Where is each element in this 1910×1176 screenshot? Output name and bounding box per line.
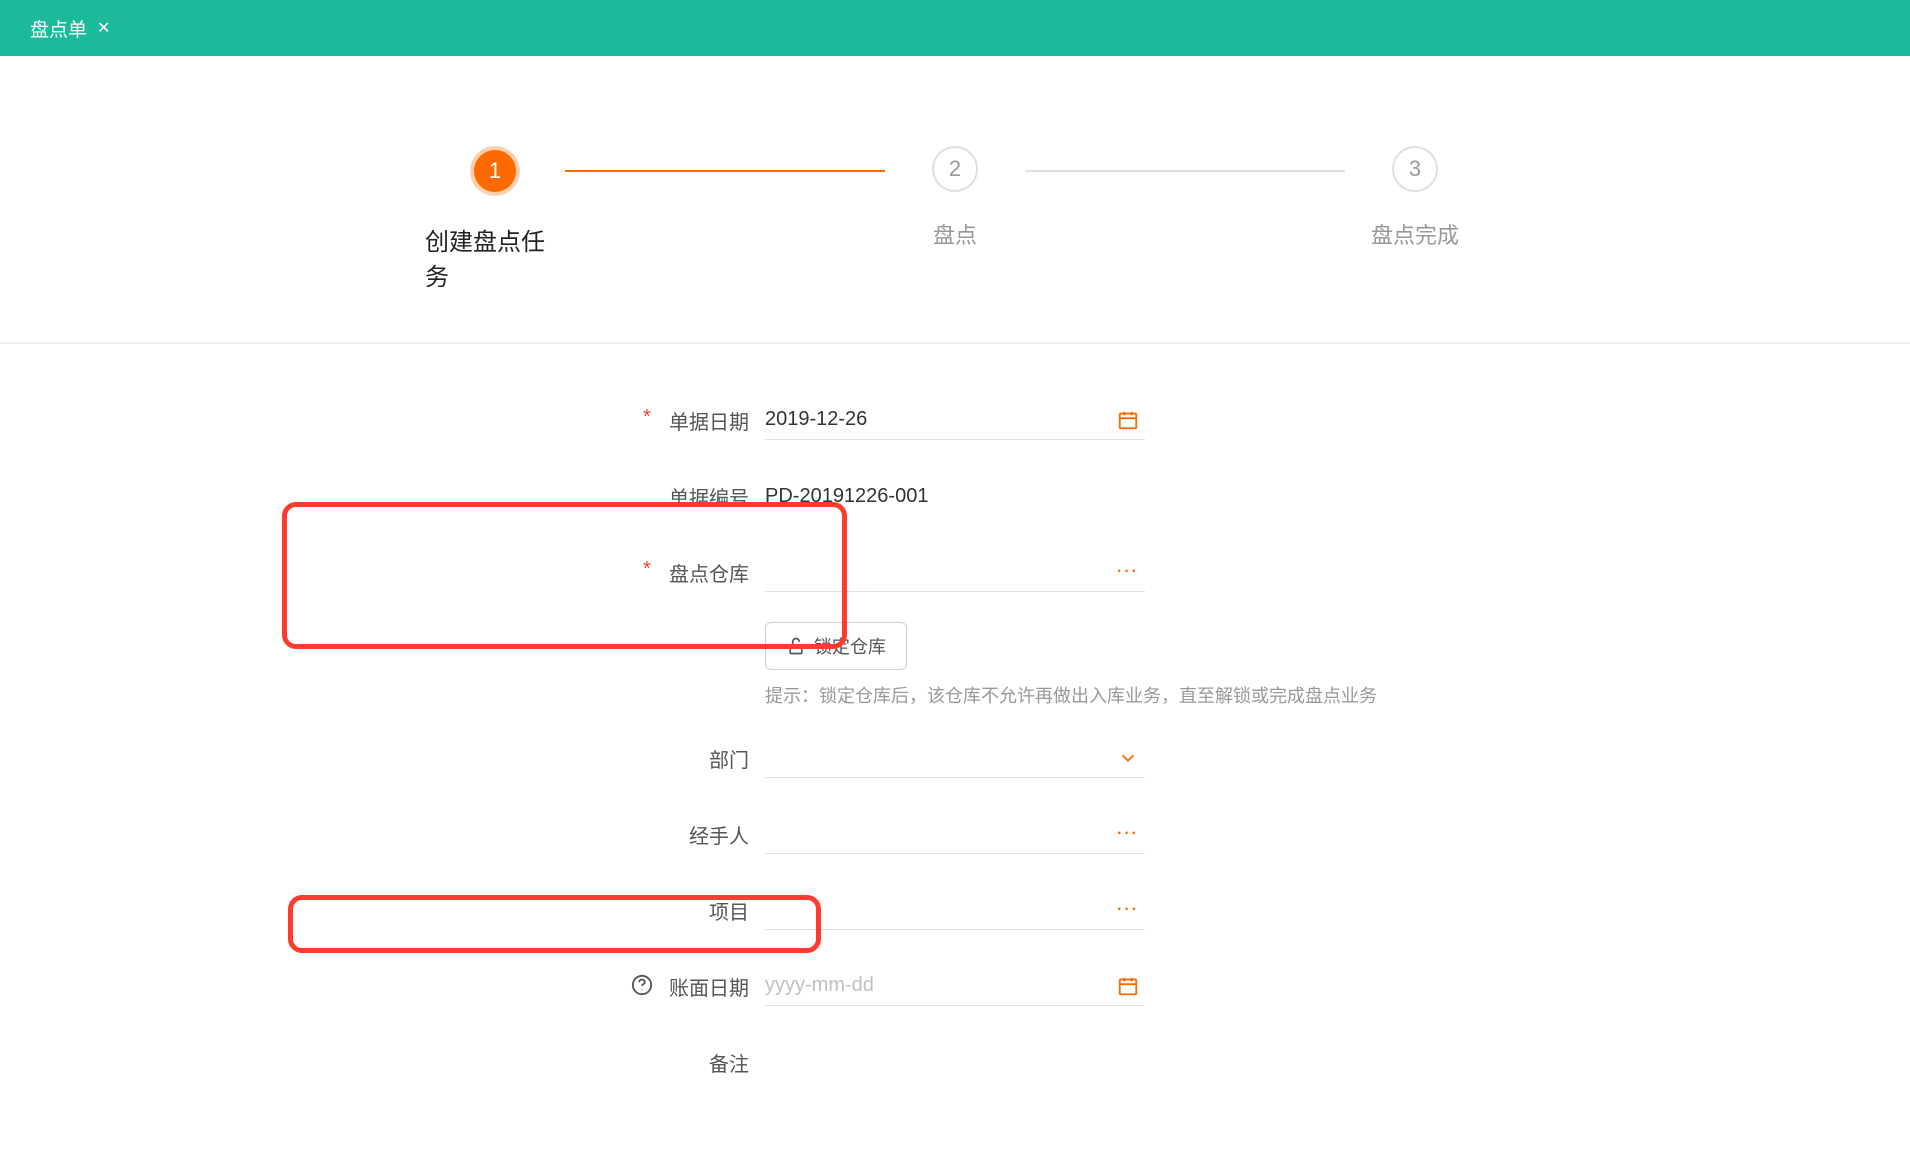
project-field[interactable]: ··· xyxy=(765,890,1145,930)
warehouse-input[interactable] xyxy=(765,560,1145,583)
bill-date-input[interactable] xyxy=(765,408,1145,431)
step-3-label: 盘点完成 xyxy=(1371,218,1459,250)
dept-field[interactable] xyxy=(765,738,1145,778)
step-1-circle: 1 xyxy=(470,146,520,196)
row-book-date: 账面日期 xyxy=(625,960,1405,1012)
bill-date-field[interactable] xyxy=(765,400,1145,440)
label-remark: 备注 xyxy=(625,1048,765,1077)
label-bill-no: 单据编号 xyxy=(625,482,765,511)
label-book-date: 账面日期 xyxy=(625,972,765,1001)
calendar-icon[interactable] xyxy=(1117,975,1139,997)
dept-input[interactable] xyxy=(765,746,1145,769)
bill-no-value: PD-20191226-001 xyxy=(765,485,928,508)
tab-label: 盘点单 xyxy=(30,15,87,42)
step-1-label: 创建盘点任务 xyxy=(425,222,565,292)
project-input[interactable] xyxy=(765,898,1145,921)
step-3: 3 盘点完成 xyxy=(1345,146,1485,250)
tab-bar: 盘点单 ✕ xyxy=(0,0,1910,56)
book-date-field[interactable] xyxy=(765,966,1145,1006)
form: *单据日期 单据编号 PD-20191226-001 *盘点仓库 ··· 锁定仓… xyxy=(505,394,1405,1088)
step-line-2-3 xyxy=(1025,170,1345,172)
label-warehouse: *盘点仓库 xyxy=(625,558,765,587)
label-project: 项目 xyxy=(625,896,765,925)
row-warehouse: *盘点仓库 ··· xyxy=(625,546,1405,598)
step-2-label: 盘点 xyxy=(933,218,977,250)
row-handler: 经手人 ··· xyxy=(625,808,1405,860)
help-icon[interactable] xyxy=(631,974,653,996)
label-dept: 部门 xyxy=(625,744,765,773)
step-1: 1 创建盘点任务 xyxy=(425,146,565,292)
warehouse-field[interactable]: ··· xyxy=(765,552,1145,592)
row-project: 项目 ··· xyxy=(625,884,1405,936)
stepper: 1 创建盘点任务 2 盘点 3 盘点完成 xyxy=(0,56,1910,344)
lock-button-label: 锁定仓库 xyxy=(814,633,886,659)
ellipsis-icon[interactable]: ··· xyxy=(1117,901,1139,919)
row-lock: 锁定仓库 xyxy=(765,622,1405,670)
handler-input[interactable] xyxy=(765,822,1145,845)
lock-icon xyxy=(786,636,806,656)
label-handler: 经手人 xyxy=(625,820,765,849)
calendar-icon[interactable] xyxy=(1117,409,1139,431)
chevron-down-icon[interactable] xyxy=(1117,747,1139,769)
step-2-circle: 2 xyxy=(932,146,978,192)
handler-field[interactable]: ··· xyxy=(765,814,1145,854)
tab-inventory[interactable]: 盘点单 ✕ xyxy=(30,15,110,42)
step-3-circle: 3 xyxy=(1392,146,1438,192)
row-bill-date: *单据日期 xyxy=(625,394,1405,446)
row-bill-no: 单据编号 PD-20191226-001 xyxy=(625,470,1405,522)
label-bill-date: *单据日期 xyxy=(625,406,765,435)
book-date-input[interactable] xyxy=(765,974,1145,997)
step-2: 2 盘点 xyxy=(885,146,1025,250)
ellipsis-icon[interactable]: ··· xyxy=(1117,563,1139,581)
row-dept: 部门 xyxy=(625,732,1405,784)
step-line-1-2 xyxy=(565,170,885,172)
lock-warehouse-button[interactable]: 锁定仓库 xyxy=(765,622,907,670)
ellipsis-icon[interactable]: ··· xyxy=(1117,825,1139,843)
row-remark: 备注 xyxy=(625,1036,1405,1088)
close-icon[interactable]: ✕ xyxy=(97,18,110,38)
lock-hint: 提示：锁定仓库后，该仓库不允许再做出入库业务，直至解锁或完成盘点业务 xyxy=(765,682,1405,708)
